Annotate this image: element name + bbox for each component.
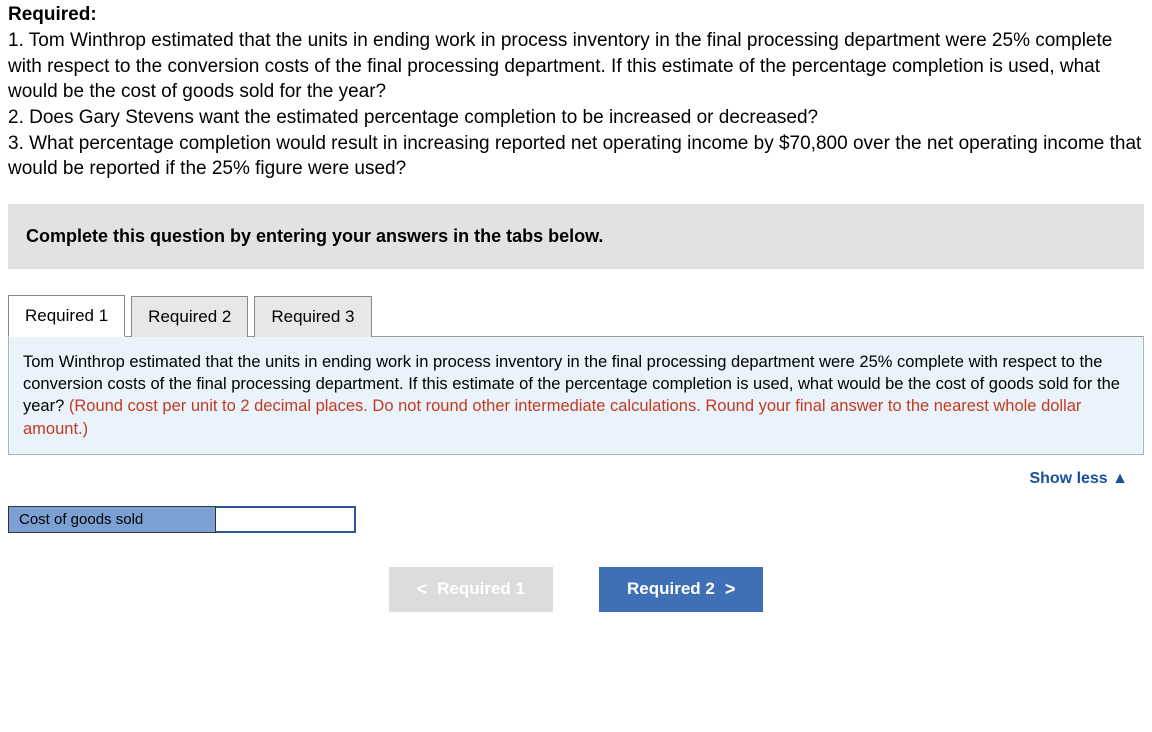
instruction-bar: Complete this question by entering your … <box>8 204 1144 269</box>
tab-required-1[interactable]: Required 1 <box>8 295 125 337</box>
triangle-up-icon: ▲ <box>1112 470 1128 487</box>
question-1-text: 1. Tom Winthrop estimated that the units… <box>8 28 1144 105</box>
instruction-text: Complete this question by entering your … <box>26 226 603 246</box>
next-button[interactable]: Required 2 > <box>599 567 763 612</box>
panel-prompt-hint: (Round cost per unit to 2 decimal places… <box>23 397 1081 437</box>
question-2-text: 2. Does Gary Stevens want the estimated … <box>8 105 1144 131</box>
tab-required-2[interactable]: Required 2 <box>131 296 248 337</box>
question-panel: Tom Winthrop estimated that the units in… <box>8 337 1144 455</box>
prev-button-label: Required 1 <box>437 579 525 599</box>
show-less-label: Show less <box>1029 470 1107 487</box>
nav-buttons-row: < Required 1 Required 2 > <box>0 567 1152 612</box>
answer-input-row: Cost of goods sold <box>8 506 1144 533</box>
show-less-toggle[interactable]: Show less ▲ <box>1029 470 1128 487</box>
chevron-right-icon: > <box>725 579 736 600</box>
question-3-text: 3. What percentage completion would resu… <box>8 131 1144 182</box>
next-button-label: Required 2 <box>627 579 715 599</box>
chevron-left-icon: < <box>417 579 428 600</box>
cost-of-goods-sold-input[interactable] <box>216 506 356 533</box>
tab-required-3[interactable]: Required 3 <box>254 296 371 337</box>
prev-button[interactable]: < Required 1 <box>389 567 553 612</box>
cost-of-goods-sold-label: Cost of goods sold <box>8 506 216 533</box>
required-heading: Required: <box>8 4 1144 26</box>
tabs-container: Required 1 Required 2 Required 3 <box>8 293 1144 337</box>
